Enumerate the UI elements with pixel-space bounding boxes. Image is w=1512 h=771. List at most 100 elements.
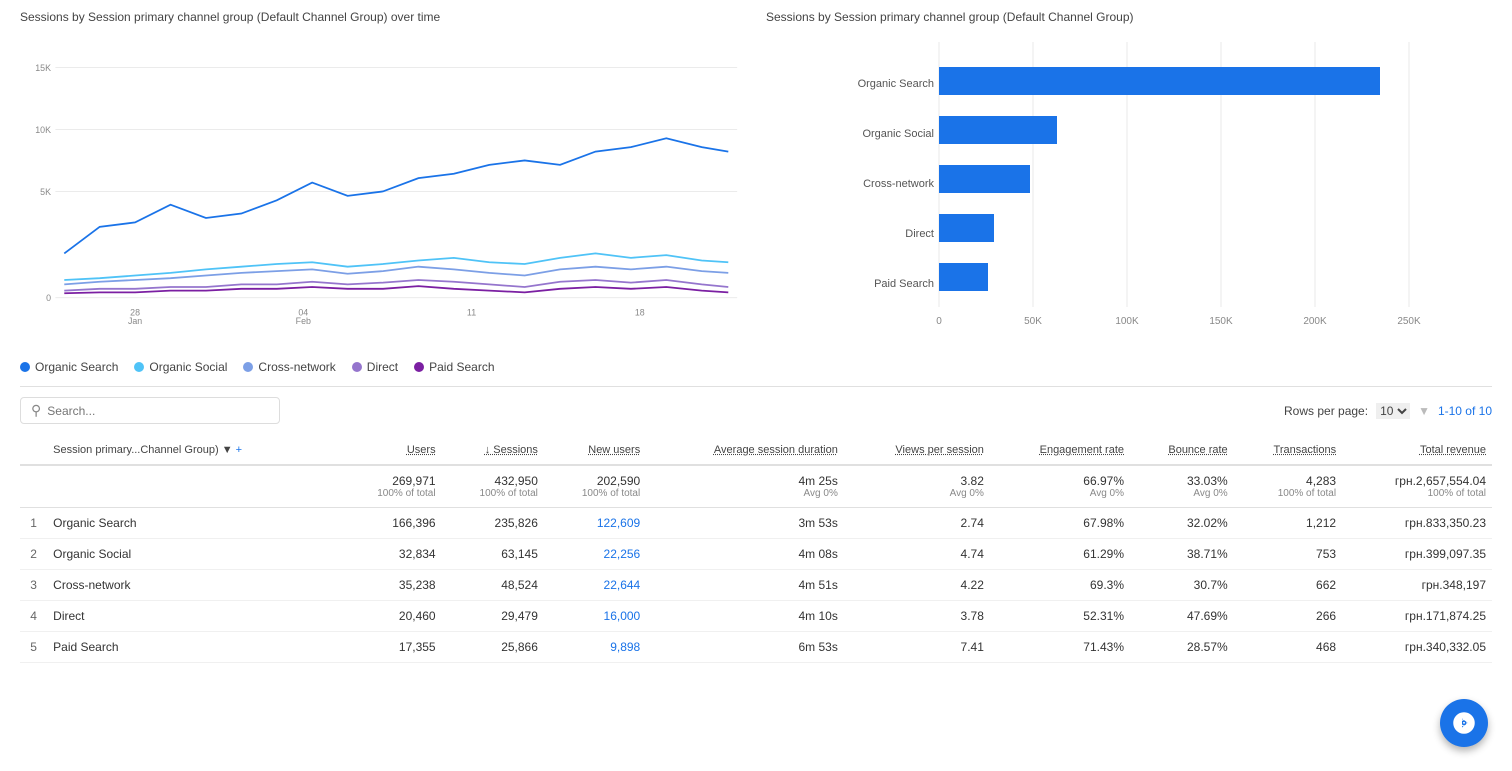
legend-dot-organic-social [134,362,144,372]
col-avg-duration[interactable]: Average session duration [646,436,844,465]
bar-chart-section: Sessions by Session primary channel grou… [766,10,1492,352]
row-avg-duration: 3m 53s [646,508,844,539]
totals-transactions-sub: 100% of total [1240,488,1336,499]
row-views: 4.74 [844,539,990,570]
row-sessions: 25,866 [442,632,544,663]
legend-dot-cross-network [243,362,253,372]
col-sessions[interactable]: ↓ Sessions [442,436,544,465]
bar-chart-title: Sessions by Session primary channel grou… [766,10,1492,24]
legend-item-cross-network: Cross-network [243,360,335,374]
fab-button[interactable]: ⚙ [1440,699,1488,747]
legend-item-organic-search: Organic Search [20,360,118,374]
totals-avg-duration: 4m 25s Avg 0% [646,465,844,508]
legend-label-organic-search: Organic Search [35,360,118,374]
col-channel-add-icon[interactable]: + [236,444,242,456]
table-row: 2 Organic Social 32,834 63,145 22,256 4m… [20,539,1492,570]
row-rank: 2 [20,539,47,570]
svg-text:Cross-network: Cross-network [863,178,934,190]
totals-sessions: 432,950 100% of total [442,465,544,508]
totals-transactions-value: 4,283 [1306,474,1336,488]
svg-text:Organic Search: Organic Search [858,78,934,90]
chevron-down-icon: ▼ [1418,404,1430,418]
svg-text:5K: 5K [40,187,51,197]
row-channel: Cross-network [47,570,339,601]
row-avg-duration: 4m 10s [646,601,844,632]
row-revenue: грн.399,097.35 [1342,539,1492,570]
row-transactions: 753 [1234,539,1342,570]
col-views-per-session[interactable]: Views per session [844,436,990,465]
row-rank: 1 [20,508,47,539]
totals-users: 269,971 100% of total [339,465,441,508]
row-bounce: 32.02% [1130,508,1234,539]
totals-revenue: грн.2,657,554.04 100% of total [1342,465,1492,508]
totals-views-sub: Avg 0% [850,488,984,499]
col-channel-label: Session primary...Channel Group) [53,444,218,456]
col-channel-group[interactable]: Session primary...Channel Group) ▼ + [47,436,339,465]
totals-sessions-value: 432,950 [495,474,538,488]
svg-text:200K: 200K [1303,316,1327,327]
svg-text:15K: 15K [35,63,51,73]
col-total-revenue[interactable]: Total revenue [1342,436,1492,465]
table-row: 1 Organic Search 166,396 235,826 122,609… [20,508,1492,539]
row-transactions: 662 [1234,570,1342,601]
totals-users-sub: 100% of total [345,488,435,499]
legend-item-direct: Direct [352,360,398,374]
col-bounce-rate[interactable]: Bounce rate [1130,436,1234,465]
svg-text:0: 0 [936,316,942,327]
search-input[interactable] [47,404,247,418]
totals-transactions: 4,283 100% of total [1234,465,1342,508]
col-transactions[interactable]: Transactions [1234,436,1342,465]
col-new-users[interactable]: New users [544,436,646,465]
totals-rank [20,465,47,508]
row-sessions: 29,479 [442,601,544,632]
totals-views: 3.82 Avg 0% [844,465,990,508]
page-info: 1-10 of 10 [1438,404,1492,418]
legend: Organic Search Organic Social Cross-netw… [0,352,1512,386]
search-box[interactable]: ⚲ [20,397,280,424]
totals-views-value: 3.82 [961,474,984,488]
totals-new-users: 202,590 100% of total [544,465,646,508]
col-engagement-rate[interactable]: Engagement rate [990,436,1130,465]
row-revenue: грн.348,197 [1342,570,1492,601]
svg-text:Direct: Direct [905,228,934,240]
row-rank: 4 [20,601,47,632]
row-channel: Paid Search [47,632,339,663]
totals-users-value: 269,971 [392,474,435,488]
totals-new-users-value: 202,590 [597,474,640,488]
row-sessions: 63,145 [442,539,544,570]
totals-channel [47,465,339,508]
totals-avg-duration-sub: Avg 0% [652,488,838,499]
totals-new-users-sub: 100% of total [550,488,640,499]
bar-chart: 0 50K 100K 150K 200K 250K Organic Search… [766,32,1492,352]
col-rank [20,436,47,465]
totals-bounce: 33.03% Avg 0% [1130,465,1234,508]
row-revenue: грн.171,874.25 [1342,601,1492,632]
totals-bounce-sub: Avg 0% [1136,488,1228,499]
row-revenue: грн.833,350.23 [1342,508,1492,539]
table-row: 5 Paid Search 17,355 25,866 9,898 6m 53s… [20,632,1492,663]
col-users[interactable]: Users [339,436,441,465]
legend-label-paid-search: Paid Search [429,360,494,374]
row-engagement: 61.29% [990,539,1130,570]
svg-text:100K: 100K [1115,316,1139,327]
row-transactions: 468 [1234,632,1342,663]
row-new-users: 22,644 [544,570,646,601]
row-bounce: 47.69% [1130,601,1234,632]
rows-per-page-label: Rows per page: [1284,404,1368,418]
svg-text:Jan: Jan [128,316,142,326]
table-row: 4 Direct 20,460 29,479 16,000 4m 10s 3.7… [20,601,1492,632]
row-users: 166,396 [339,508,441,539]
legend-dot-direct [352,362,362,372]
row-channel: Direct [47,601,339,632]
totals-bounce-value: 33.03% [1187,474,1228,488]
search-icon: ⚲ [31,402,41,419]
rows-per-page-select[interactable]: 10 25 50 [1376,403,1410,419]
row-transactions: 266 [1234,601,1342,632]
col-channel-sort-icon: ▼ [222,444,233,456]
row-users: 32,834 [339,539,441,570]
row-rank: 5 [20,632,47,663]
row-users: 35,238 [339,570,441,601]
legend-dot-organic-search [20,362,30,372]
totals-engagement: 66.97% Avg 0% [990,465,1130,508]
row-channel: Organic Social [47,539,339,570]
